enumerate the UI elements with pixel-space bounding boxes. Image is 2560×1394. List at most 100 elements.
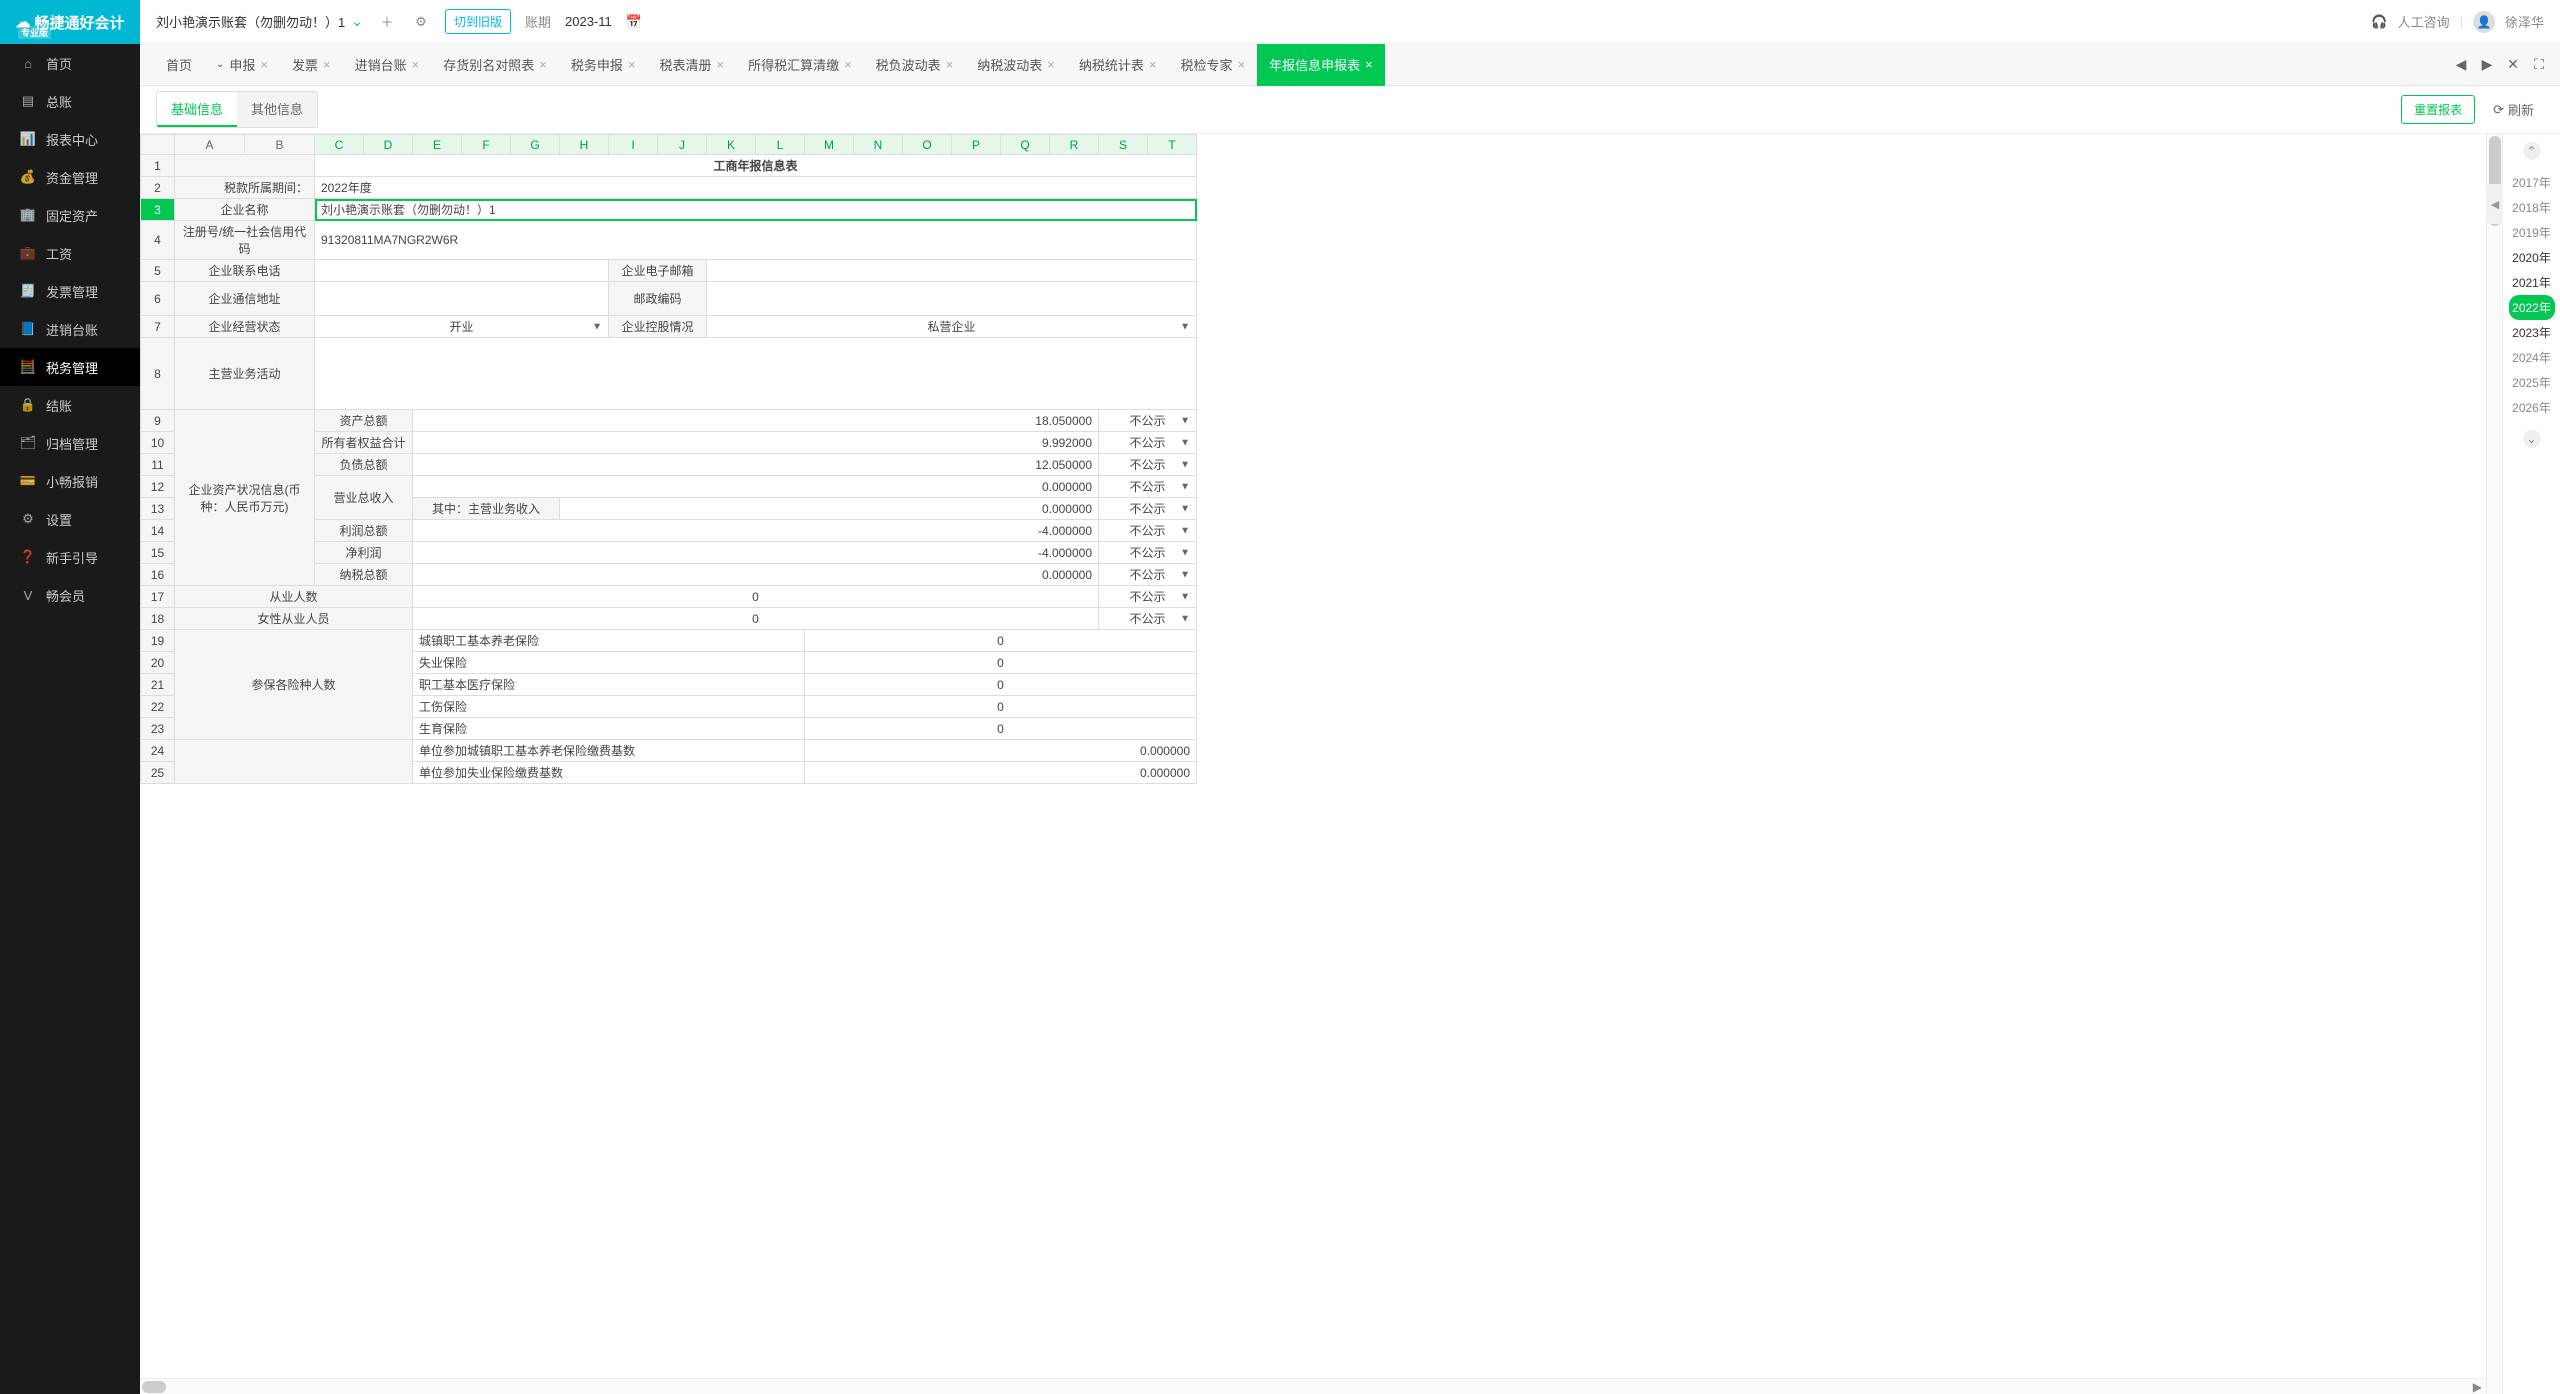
year-2022年[interactable]: 2022年 <box>2509 295 2555 320</box>
tab-close-icon[interactable]: × <box>323 57 331 72</box>
tabs-close-button[interactable]: ✕ <box>2500 52 2526 78</box>
ins-value-2[interactable]: 0 <box>805 674 1197 696</box>
year-2021年[interactable]: 2021年 <box>2509 270 2555 295</box>
row-header-19[interactable]: 19 <box>141 630 175 652</box>
fin-value-2[interactable]: 12.050000 <box>413 454 1099 476</box>
row-header-13[interactable]: 13 <box>141 498 175 520</box>
row-header-14[interactable]: 14 <box>141 520 175 542</box>
col-header-S[interactable]: S <box>1099 135 1148 155</box>
rail-collapse-button[interactable]: ◀ <box>2487 184 2503 224</box>
year-down-button[interactable]: ⌄ <box>2523 430 2541 448</box>
tab-close-icon[interactable]: × <box>844 57 852 72</box>
tab-0[interactable]: 首页 <box>154 44 204 86</box>
nav-item-8[interactable]: 🧮税务管理 <box>0 348 140 386</box>
row-header-2[interactable]: 2 <box>141 177 175 199</box>
account-selector[interactable]: 刘小艳演示账套（勿删勿动！）1 ⌄ <box>156 12 363 31</box>
row-header-8[interactable]: 8 <box>141 338 175 410</box>
tab-close-icon[interactable]: × <box>260 57 268 72</box>
fin-vis-6[interactable]: 不公示▼ <box>1099 564 1197 586</box>
nav-item-10[interactable]: 🗂归档管理 <box>0 424 140 462</box>
ins-value-1[interactable]: 0 <box>805 652 1197 674</box>
tab-12[interactable]: 年报信息申报表× <box>1257 44 1385 86</box>
nav-item-4[interactable]: 🏢固定资产 <box>0 196 140 234</box>
col-header-A[interactable]: A <box>175 135 245 155</box>
nav-item-11[interactable]: 💳小畅报销 <box>0 462 140 500</box>
row-header-5[interactable]: 5 <box>141 260 175 282</box>
base-value-0[interactable]: 0.000000 <box>805 740 1197 762</box>
row-header-20[interactable]: 20 <box>141 652 175 674</box>
tab-10[interactable]: 纳税统计表× <box>1067 44 1169 86</box>
col-header-N[interactable]: N <box>854 135 903 155</box>
tab-close-icon[interactable]: × <box>539 57 547 72</box>
year-up-button[interactable]: ⌃ <box>2523 142 2541 160</box>
nav-item-2[interactable]: 📊报表中心 <box>0 120 140 158</box>
nav-item-14[interactable]: V畅会员 <box>0 576 140 614</box>
biz-status-select[interactable]: 开业▼ <box>315 316 609 338</box>
fin-vis-0[interactable]: 不公示▼ <box>1099 410 1197 432</box>
col-header-J[interactable]: J <box>658 135 707 155</box>
col-header-K[interactable]: K <box>707 135 756 155</box>
col-header-O[interactable]: O <box>903 135 952 155</box>
fin-vis-1[interactable]: 不公示▼ <box>1099 432 1197 454</box>
period-value[interactable]: 2023-11 <box>565 14 612 29</box>
row-header-4[interactable]: 4 <box>141 221 175 260</box>
tab-9[interactable]: 纳税波动表× <box>965 44 1067 86</box>
row-header-16[interactable]: 16 <box>141 564 175 586</box>
col-header-E[interactable]: E <box>413 135 462 155</box>
tab-close-icon[interactable]: × <box>628 57 636 72</box>
reset-report-button[interactable]: 重置报表 <box>2401 95 2475 124</box>
row-header-21[interactable]: 21 <box>141 674 175 696</box>
switch-old-version-button[interactable]: 切到旧版 <box>445 9 511 34</box>
col-header-G[interactable]: G <box>511 135 560 155</box>
ins-value-0[interactable]: 0 <box>805 630 1197 652</box>
subrev-vis[interactable]: 不公示▼ <box>1099 498 1197 520</box>
fin-vis-5[interactable]: 不公示▼ <box>1099 542 1197 564</box>
nav-item-13[interactable]: ❓新手引导 <box>0 538 140 576</box>
tabs-next-button[interactable]: ▶ <box>2474 52 2500 78</box>
row-header-25[interactable]: 25 <box>141 762 175 784</box>
row-header-17[interactable]: 17 <box>141 586 175 608</box>
fin-value-4[interactable]: -4.000000 <box>413 520 1099 542</box>
col-header-D[interactable]: D <box>364 135 413 155</box>
tab-close-icon[interactable]: × <box>1238 57 1246 72</box>
row-header-1[interactable]: 1 <box>141 155 175 177</box>
ins-value-3[interactable]: 0 <box>805 696 1197 718</box>
user-avatar[interactable]: 👤 <box>2473 11 2495 33</box>
tab-2[interactable]: 发票× <box>280 44 343 86</box>
emp-vis[interactable]: 不公示▼ <box>1099 586 1197 608</box>
company-name-input[interactable]: 刘小艳演示账套（勿删勿动！）1 <box>315 199 1197 221</box>
col-header-I[interactable]: I <box>609 135 658 155</box>
nav-item-9[interactable]: 🔒结账 <box>0 386 140 424</box>
spreadsheet[interactable]: ABCDEFGHIJKLMNOPQRST1工商年报信息表2税款所属期间：2022… <box>140 134 2486 1378</box>
row-header-18[interactable]: 18 <box>141 608 175 630</box>
mainbiz-input[interactable] <box>315 338 1197 410</box>
tab-3[interactable]: 进销台账× <box>343 44 432 86</box>
col-header-F[interactable]: F <box>462 135 511 155</box>
col-header-B[interactable]: B <box>245 135 315 155</box>
tab-1[interactable]: ⌄申报× <box>204 44 280 86</box>
ins-value-4[interactable]: 0 <box>805 718 1197 740</box>
add-account-button[interactable]: ＋ <box>377 12 397 32</box>
zip-input[interactable] <box>707 282 1197 316</box>
tab-6[interactable]: 税表清册× <box>647 44 736 86</box>
subrev-value[interactable]: 0.000000 <box>560 498 1099 520</box>
email-input[interactable] <box>707 260 1197 282</box>
user-name[interactable]: 徐泽华 <box>2505 12 2544 31</box>
horizontal-scrollbar[interactable]: ▶ <box>140 1378 2486 1394</box>
settings-icon[interactable]: ⚙ <box>411 12 431 32</box>
fin-vis-2[interactable]: 不公示▼ <box>1099 454 1197 476</box>
holding-select[interactable]: 私营企业▼ <box>707 316 1197 338</box>
row-header-10[interactable]: 10 <box>141 432 175 454</box>
row-header-6[interactable]: 6 <box>141 282 175 316</box>
tab-7[interactable]: 所得税汇算清缴× <box>736 44 864 86</box>
col-header-P[interactable]: P <box>952 135 1001 155</box>
fin-vis-4[interactable]: 不公示▼ <box>1099 520 1197 542</box>
nav-item-12[interactable]: ⚙设置 <box>0 500 140 538</box>
emp-value[interactable]: 0 <box>413 586 1099 608</box>
tab-close-icon[interactable]: × <box>716 57 724 72</box>
row-header-24[interactable]: 24 <box>141 740 175 762</box>
fullscreen-button[interactable]: ⛶ <box>2526 52 2552 78</box>
tab-5[interactable]: 税务申报× <box>559 44 648 86</box>
base-value-1[interactable]: 0.000000 <box>805 762 1197 784</box>
fin-value-1[interactable]: 9.992000 <box>413 432 1099 454</box>
